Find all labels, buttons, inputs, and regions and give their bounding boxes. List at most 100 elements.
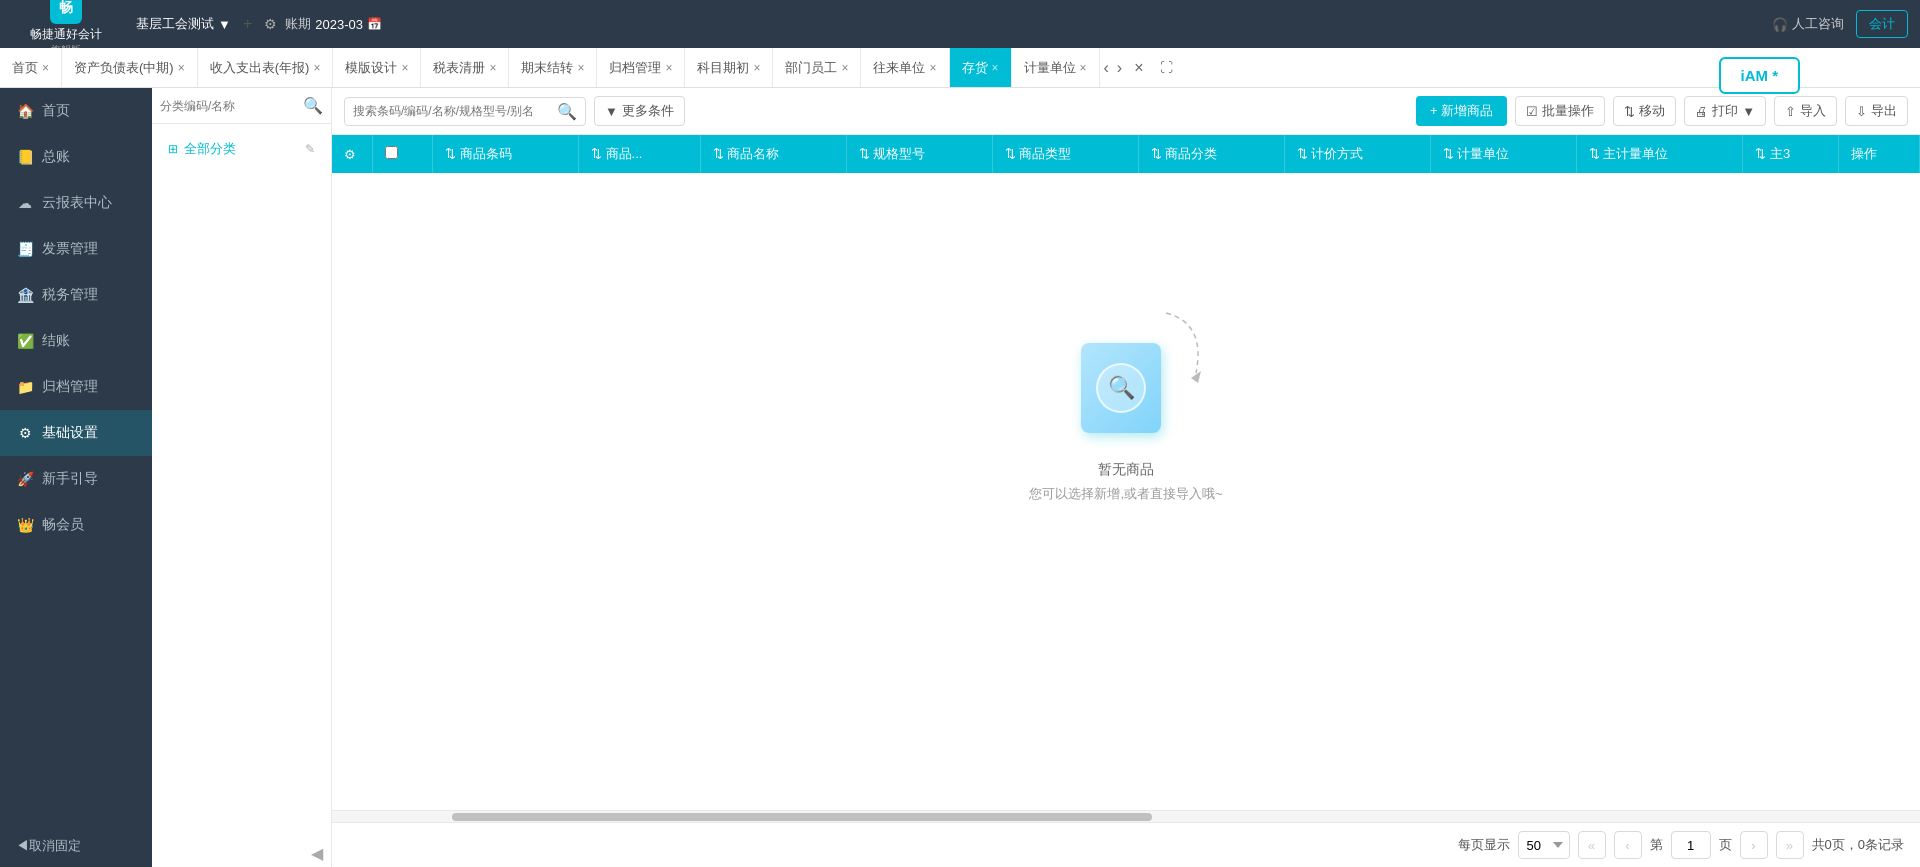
filter-icon: ▼ [605,104,618,119]
document-icon-container: 🔍 [1081,343,1171,443]
customer-service-btn[interactable]: 🎧 人工咨询 [1772,15,1844,33]
sidebar-item-basic-settings[interactable]: ⚙ 基础设置 [0,410,152,456]
settlement-icon: ✅ [16,332,34,350]
page-first-btn[interactable]: « [1578,831,1606,859]
settings-icon[interactable]: ⚙ [264,16,277,32]
tab-close-home[interactable]: × [42,61,49,75]
edit-category-icon[interactable]: ✎ [305,142,315,156]
add-product-btn[interactable]: + 新增商品 [1416,96,1507,126]
col-main-unit-header[interactable]: ⇅ 主计量单位 [1576,135,1743,173]
tab-nav-prev[interactable]: ‹ [1100,59,1113,77]
settings-gear-icon: ⚙ [16,424,34,442]
page-input[interactable] [1671,831,1711,859]
horizontal-scrollbar[interactable] [332,810,1920,822]
import-btn[interactable]: ⇧ 导入 [1774,96,1837,126]
tab-expand-btn[interactable]: ⛶ [1152,60,1181,75]
sidebar-item-settlement[interactable]: ✅ 结账 [0,318,152,364]
tab-close-income[interactable]: × [313,61,320,75]
col-unit-header[interactable]: ⇅ 计量单位 [1430,135,1576,173]
empty-state: 🔍 暂无商品 您可以选择新增,或者直接导入哦~ [332,173,1920,623]
tab-archive[interactable]: 归档管理 × [597,48,685,88]
col-spec-header[interactable]: ⇅ 规格型号 [846,135,992,173]
more-filter-btn[interactable]: ▼ 更多条件 [594,96,685,126]
tab-close-tax[interactable]: × [489,61,496,75]
tab-unit[interactable]: 计量单位 × [1012,48,1100,88]
search-icon[interactable]: 🔍 [557,102,577,121]
tab-subject-init[interactable]: 科目期初 × [685,48,773,88]
sidebar-item-ledger[interactable]: 📒 总账 [0,134,152,180]
pagination-bar: 每页显示 50 100 200 « ‹ 第 页 › » 共0页，0条记 [332,822,1920,867]
tab-balance-sheet[interactable]: 资产负债表(中期) × [62,48,198,88]
col-code-header[interactable]: ⇅ 商品... [579,135,701,173]
header-bar: 畅 畅捷通好会计 旗舰版 基层工会测试 ▼ + ⚙ 账期 2023-03 📅 🎧… [0,0,1920,48]
col-checkbox-header[interactable] [372,135,433,173]
col-category-header[interactable]: ⇅ 商品分类 [1138,135,1284,173]
accounting-button[interactable]: 会计 [1856,10,1908,38]
page-prev-btn[interactable]: ‹ [1614,831,1642,859]
page-last-btn[interactable]: » [1776,831,1804,859]
iam-badge[interactable]: iAM * [1719,57,1801,94]
category-search-input[interactable] [160,99,303,113]
col-barcode-header[interactable]: ⇅ 商品条码 [433,135,579,173]
print-dropdown-icon: ▼ [1742,104,1755,119]
col-name-header[interactable]: ⇅ 商品名称 [700,135,846,173]
table-header-row: ⚙ ⇅ 商品条码 ⇅ 商品... ⇅ 商品名称 ⇅ 规格型号 ⇅ 商品类型 ⇅ … [332,135,1920,173]
sidebar-item-guide[interactable]: 🚀 新手引导 [0,456,152,502]
table-container: ⚙ ⇅ 商品条码 ⇅ 商品... ⇅ 商品名称 ⇅ 规格型号 ⇅ 商品类型 ⇅ … [332,135,1920,810]
col-price-method-header[interactable]: ⇅ 计价方式 [1284,135,1430,173]
tab-contacts[interactable]: 往来单位 × [861,48,949,88]
sidebar-item-tax[interactable]: 🏦 税务管理 [0,272,152,318]
category-search-area: 🔍 [152,88,331,124]
sidebar-item-invoice[interactable]: 🧾 发票管理 [0,226,152,272]
page-next-btn[interactable]: › [1740,831,1768,859]
category-all[interactable]: ⊞ 全部分类 ✎ [152,132,331,166]
select-all-checkbox[interactable] [385,146,398,159]
print-btn[interactable]: 🖨 打印 ▼ [1684,96,1766,126]
collapse-category-btn[interactable]: ◀ [152,840,331,867]
headset-icon: 🎧 [1772,17,1788,32]
tab-template-design[interactable]: 模版设计 × [333,48,421,88]
tab-close-balance[interactable]: × [178,61,185,75]
tab-close-contacts[interactable]: × [929,61,936,75]
col-settings-header[interactable]: ⚙ [332,135,372,173]
scroll-thumb[interactable] [452,813,1152,821]
tab-nav-next[interactable]: › [1113,59,1126,77]
tab-income-statement[interactable]: 收入支出表(年报) × [198,48,334,88]
main-search-input[interactable] [353,104,553,118]
main-layout: 🏠 首页 📒 总账 ☁ 云报表中心 🧾 发票管理 🏦 税务管理 ✅ 结账 [0,88,1920,867]
category-search-icon[interactable]: 🔍 [303,96,323,115]
print-icon: 🖨 [1695,104,1708,119]
tab-close-period[interactable]: × [577,61,584,75]
per-page-select[interactable]: 50 100 200 [1518,831,1570,859]
sidebar-item-home[interactable]: 🏠 首页 [0,88,152,134]
tab-close-archive[interactable]: × [665,61,672,75]
sidebar-item-cloud-report[interactable]: ☁ 云报表中心 [0,180,152,226]
sidebar-item-archive[interactable]: 📁 归档管理 [0,364,152,410]
guide-icon: 🚀 [16,470,34,488]
tab-close-inventory[interactable]: × [992,61,999,75]
tab-inventory[interactable]: 存货 × [950,48,1012,88]
tab-close-all-btn[interactable]: × [1126,59,1151,77]
tab-close-unit[interactable]: × [1080,61,1087,75]
tab-close-template[interactable]: × [401,61,408,75]
import-icon: ⇧ [1785,104,1796,119]
col-col3-header[interactable]: ⇅ 主3 [1743,135,1838,173]
batch-ops-btn[interactable]: ☑ 批量操作 [1515,96,1605,126]
ledger-icon: 📒 [16,148,34,166]
tab-dept-staff[interactable]: 部门员工 × [773,48,861,88]
tab-home[interactable]: 首页 × [0,48,62,88]
company-selector[interactable]: 基层工会测试 ▼ [136,15,231,33]
tab-close-subject[interactable]: × [753,61,760,75]
calendar-icon[interactable]: 📅 [367,17,382,31]
tab-period-carry[interactable]: 期末结转 × [509,48,597,88]
export-btn[interactable]: ⇩ 导出 [1845,96,1908,126]
table-section: 🔍 ▼ 更多条件 + 新增商品 ☑ 批量操作 [332,88,1920,867]
unpin-sidebar-btn[interactable]: ◀取消固定 [0,825,152,867]
archive-icon: 📁 [16,378,34,396]
col-type-header[interactable]: ⇅ 商品类型 [992,135,1138,173]
tab-close-dept[interactable]: × [841,61,848,75]
sidebar-item-member[interactable]: 👑 畅会员 [0,502,152,548]
tab-tax-table[interactable]: 税表清册 × [421,48,509,88]
toolbar: 🔍 ▼ 更多条件 + 新增商品 ☑ 批量操作 [332,88,1920,135]
move-btn[interactable]: ⇅ 移动 [1613,96,1676,126]
